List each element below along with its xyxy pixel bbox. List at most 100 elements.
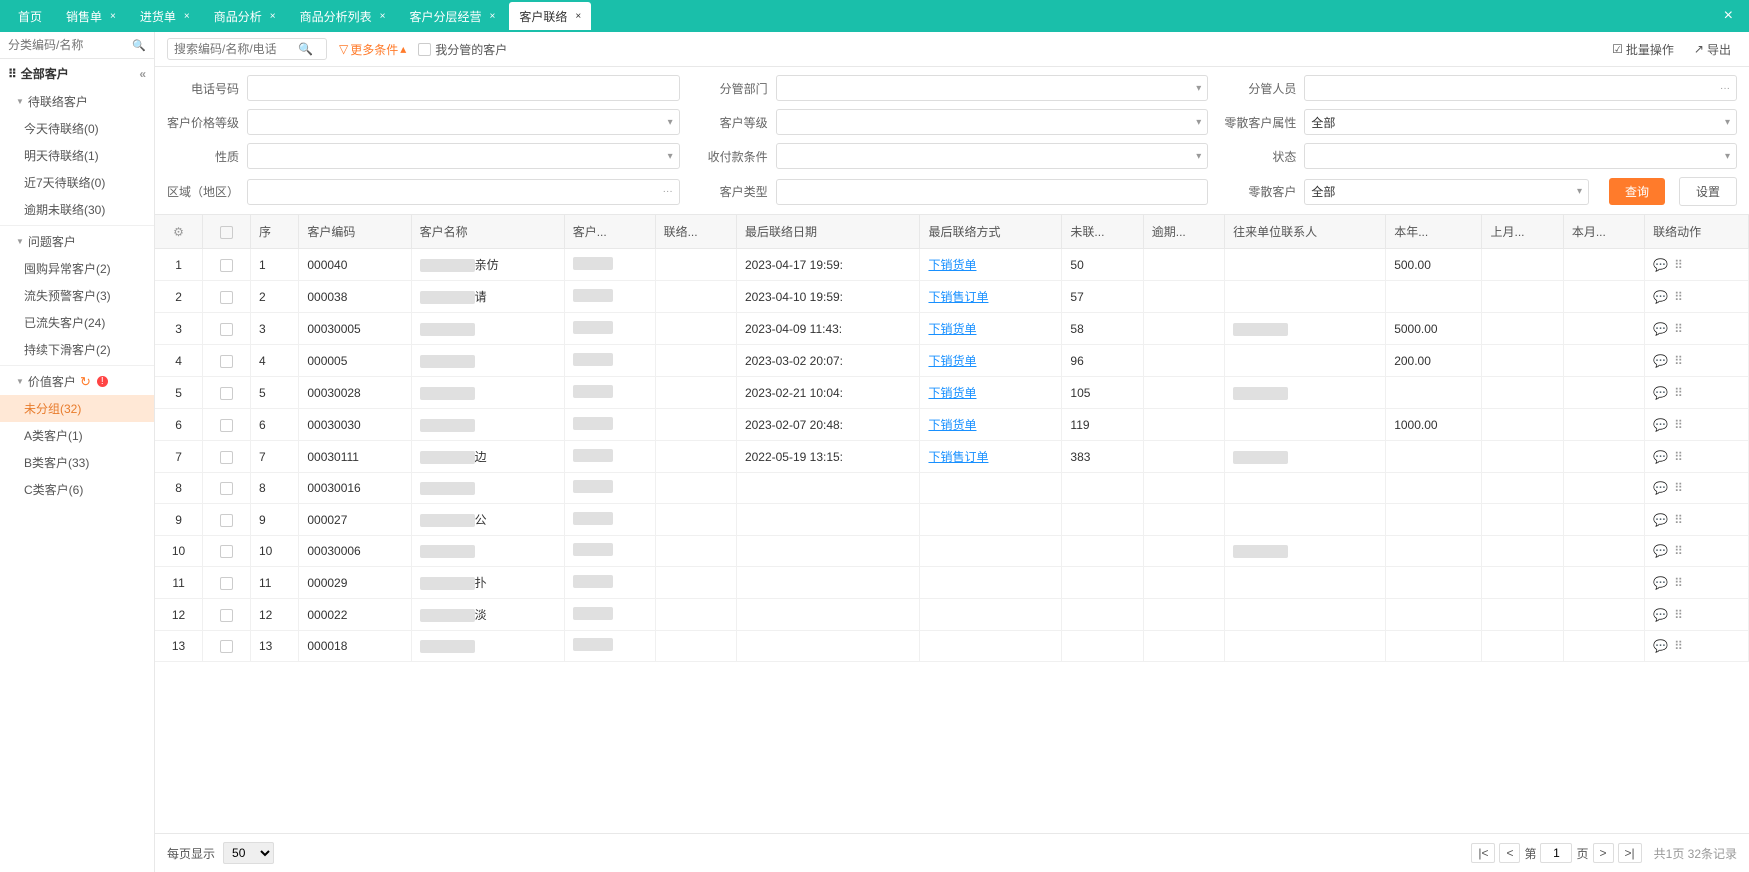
chat-action-icon[interactable]: 💬 <box>1653 576 1668 590</box>
close-sales-tab[interactable]: × <box>110 11 116 22</box>
last-page-btn[interactable]: >| <box>1618 843 1642 863</box>
row-last-method[interactable] <box>920 504 1062 536</box>
col-overdue[interactable]: 逾期... <box>1143 215 1224 249</box>
close-purchase-tab[interactable]: × <box>184 11 190 22</box>
sidebar-item-ungrouped[interactable]: 未分组(32) <box>0 395 154 422</box>
row-last-method[interactable] <box>920 631 1062 662</box>
row-last-method[interactable] <box>920 536 1062 567</box>
tab-customer-contact[interactable]: 客户联络 × <box>509 2 591 30</box>
batch-ops-btn[interactable]: ☑ 批量操作 <box>1606 39 1680 60</box>
col-type[interactable]: 客户... <box>564 215 655 249</box>
chat-action-icon[interactable]: 💬 <box>1653 258 1668 272</box>
row-last-method[interactable]: 下销货单 <box>920 377 1062 409</box>
row-check[interactable] <box>203 313 251 345</box>
col-name[interactable]: 客户名称 <box>411 215 564 249</box>
chat-action-icon[interactable]: 💬 <box>1653 639 1668 653</box>
payment-select[interactable]: ▾ <box>776 143 1209 169</box>
row-check[interactable] <box>203 504 251 536</box>
filter-my-customers[interactable]: 我分管的客户 <box>418 41 507 58</box>
grid-action-icon[interactable]: ⠿ <box>1674 450 1683 464</box>
row-check[interactable] <box>203 281 251 313</box>
col-settings[interactable] <box>155 215 203 249</box>
person-select[interactable]: ··· <box>1304 75 1737 101</box>
group-pending-contact[interactable]: ▼ 待联络客户 <box>0 88 154 115</box>
row-check[interactable] <box>203 473 251 504</box>
sidebar-item-class-a[interactable]: A类客户(1) <box>0 422 154 449</box>
col-correspondent[interactable]: 往来单位联系人 <box>1225 215 1386 249</box>
chat-action-icon[interactable]: 💬 <box>1653 513 1668 527</box>
prev-page-btn[interactable]: < <box>1499 843 1520 863</box>
row-last-method[interactable]: 下销货单 <box>920 313 1062 345</box>
sidebar-item-overdue[interactable]: 逾期未联络(30) <box>0 196 154 223</box>
dept-select[interactable]: ▾ <box>776 75 1209 101</box>
sidebar-item-today[interactable]: 今天待联络(0) <box>0 115 154 142</box>
col-last-month[interactable]: 上月... <box>1482 215 1563 249</box>
close-product-analysis-tab[interactable]: × <box>270 11 276 22</box>
chat-action-icon[interactable]: 💬 <box>1653 322 1668 336</box>
chat-action-icon[interactable]: 💬 <box>1653 608 1668 622</box>
phone-input[interactable] <box>247 75 680 101</box>
grid-action-icon[interactable]: ⠿ <box>1674 290 1683 304</box>
row-last-method[interactable]: 下销货单 <box>920 249 1062 281</box>
sidebar-item-declining[interactable]: 持续下滑客户(2) <box>0 336 154 363</box>
col-check-all[interactable] <box>203 215 251 249</box>
per-page-select[interactable]: 50 100 200 <box>223 842 274 864</box>
grid-action-icon[interactable]: ⠿ <box>1674 354 1683 368</box>
nav-home[interactable]: 首页 <box>8 4 52 29</box>
row-check[interactable] <box>203 567 251 599</box>
grid-action-icon[interactable]: ⠿ <box>1674 608 1683 622</box>
grid-action-icon[interactable]: ⠿ <box>1674 322 1683 336</box>
row-check[interactable] <box>203 441 251 473</box>
tab-sales[interactable]: 销售单 × <box>56 2 126 30</box>
row-last-method[interactable]: 下销售订单 <box>920 441 1062 473</box>
status-select[interactable]: ▾ <box>1304 143 1737 169</box>
row-check[interactable] <box>203 409 251 441</box>
reset-btn[interactable]: 设置 <box>1679 177 1737 206</box>
grid-action-icon[interactable]: ⠿ <box>1674 513 1683 527</box>
all-customers-header[interactable]: ⠿ 全部客户 « <box>0 59 154 88</box>
refresh-icon[interactable]: ↻ <box>80 374 91 390</box>
grid-action-icon[interactable]: ⠿ <box>1674 576 1683 590</box>
cust-level-select[interactable]: ▾ <box>776 109 1209 135</box>
page-number-input[interactable] <box>1540 843 1572 863</box>
col-this-year[interactable]: 本年... <box>1386 215 1482 249</box>
group-problem-customers[interactable]: ▼ 问题客户 <box>0 228 154 255</box>
row-last-method[interactable]: 下销货单 <box>920 409 1062 441</box>
sidebar-item-warning[interactable]: 流失预警客户(3) <box>0 282 154 309</box>
row-check[interactable] <box>203 345 251 377</box>
chat-action-icon[interactable]: 💬 <box>1653 418 1668 432</box>
grid-action-icon[interactable]: ⠿ <box>1674 544 1683 558</box>
grid-action-icon[interactable]: ⠿ <box>1674 639 1683 653</box>
sidebar-collapse-btn[interactable]: « <box>139 67 146 81</box>
row-check[interactable] <box>203 377 251 409</box>
tab-product-list[interactable]: 商品分析列表 × <box>290 2 396 30</box>
row-check[interactable] <box>203 249 251 281</box>
tab-customer-management[interactable]: 客户分层经营 × <box>399 2 505 30</box>
filter-more-btn[interactable]: ▽ 更多条件 ▴ <box>339 41 406 58</box>
my-customers-checkbox[interactable] <box>418 43 431 56</box>
sidebar-item-7days[interactable]: 近7天待联络(0) <box>0 169 154 196</box>
price-level-select[interactable]: ▾ <box>247 109 680 135</box>
grid-action-icon[interactable]: ⠿ <box>1674 481 1683 495</box>
export-btn[interactable]: ↗ 导出 <box>1688 39 1737 60</box>
filter-search-icon[interactable]: 🔍 <box>298 42 313 56</box>
chat-action-icon[interactable]: 💬 <box>1653 354 1668 368</box>
close-cust-mgmt-tab[interactable]: × <box>489 11 495 22</box>
row-check[interactable] <box>203 599 251 631</box>
region-select[interactable]: ··· <box>247 179 680 205</box>
tab-product-analysis[interactable]: 商品分析 × <box>204 2 286 30</box>
col-no-contact[interactable]: 未联... <box>1062 215 1143 249</box>
col-last-method[interactable]: 最后联络方式 <box>920 215 1062 249</box>
sparse-attr-select[interactable]: 全部▾ <box>1304 109 1737 135</box>
next-page-btn[interactable]: > <box>1593 843 1614 863</box>
filter-search-input[interactable] <box>174 42 294 56</box>
chat-action-icon[interactable]: 💬 <box>1653 544 1668 558</box>
row-last-method[interactable] <box>920 473 1062 504</box>
close-product-list-tab[interactable]: × <box>380 11 386 22</box>
sidebar-search-input[interactable] <box>8 38 128 52</box>
grid-action-icon[interactable]: ⠿ <box>1674 418 1683 432</box>
sidebar-item-abnormal[interactable]: 囤购异常客户(2) <box>0 255 154 282</box>
nature-select[interactable]: ▾ <box>247 143 680 169</box>
search-btn[interactable]: 查询 <box>1609 178 1665 205</box>
col-this-month[interactable]: 本月... <box>1563 215 1644 249</box>
